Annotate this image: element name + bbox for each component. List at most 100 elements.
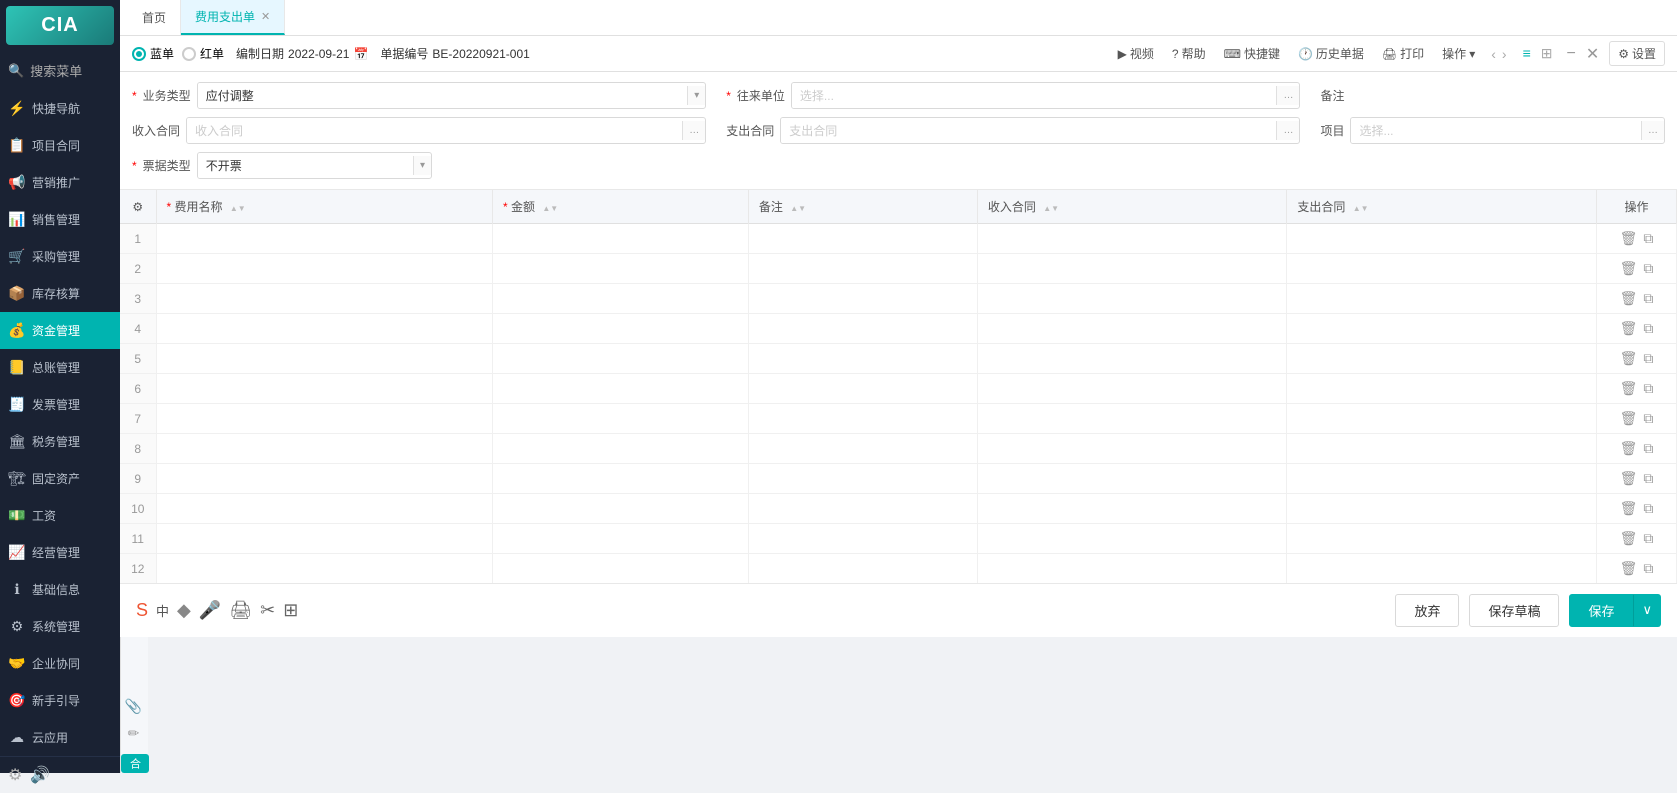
cell-expense-name[interactable] bbox=[156, 344, 492, 374]
cell-income-contract[interactable] bbox=[977, 314, 1287, 344]
cell-remark[interactable] bbox=[748, 464, 977, 494]
cell-income-contract[interactable] bbox=[977, 524, 1287, 554]
expense-contract-ellipsis[interactable]: … bbox=[1276, 121, 1299, 140]
copy-icon[interactable]: ⧉ bbox=[1643, 380, 1653, 397]
sidebar-item-ops-mgmt[interactable]: 📈 经营管理 bbox=[0, 534, 120, 571]
partner-ellipsis[interactable]: … bbox=[1276, 86, 1299, 105]
cell-remark[interactable] bbox=[748, 224, 977, 254]
sidebar-item-basic-info[interactable]: ℹ 基础信息 bbox=[0, 571, 120, 608]
delete-icon[interactable]: 🗑 bbox=[1620, 530, 1638, 547]
copy-icon[interactable]: ⧉ bbox=[1643, 410, 1653, 427]
cell-expense-name[interactable] bbox=[156, 494, 492, 524]
ticket-type-select[interactable]: 不开票 ▾ bbox=[197, 152, 432, 179]
cell-remark[interactable] bbox=[748, 344, 977, 374]
paperclip-icon[interactable]: 📎 bbox=[127, 697, 143, 714]
tab-home[interactable]: 首页 bbox=[128, 0, 181, 35]
ops-btn[interactable]: 操作 ▾ bbox=[1438, 43, 1479, 64]
video-btn[interactable]: ▶ 视频 bbox=[1114, 43, 1158, 64]
print-btn[interactable]: 🖨 打印 bbox=[1378, 43, 1428, 64]
partner-select[interactable]: 选择... … bbox=[791, 82, 1301, 109]
cell-income-contract[interactable] bbox=[977, 494, 1287, 524]
sidebar-item-project-contract[interactable]: 📋 项目合同 bbox=[0, 127, 120, 164]
cell-remark[interactable] bbox=[748, 314, 977, 344]
cell-expense-contract[interactable] bbox=[1287, 224, 1597, 254]
project-select[interactable]: 选择... … bbox=[1350, 117, 1665, 144]
print2-icon[interactable]: 🖨 bbox=[229, 600, 252, 621]
cell-amount[interactable] bbox=[492, 284, 748, 314]
cell-remark[interactable] bbox=[748, 374, 977, 404]
delete-icon[interactable]: 🗑 bbox=[1620, 260, 1638, 277]
cell-remark[interactable] bbox=[748, 404, 977, 434]
shortcut-btn[interactable]: ⌨ 快捷键 bbox=[1220, 43, 1284, 64]
business-type-dropdown-icon[interactable]: ▾ bbox=[687, 86, 705, 105]
copy-icon[interactable]: ⧉ bbox=[1643, 470, 1653, 487]
cell-amount[interactable] bbox=[492, 434, 748, 464]
copy-icon[interactable]: ⧉ bbox=[1643, 320, 1653, 337]
sort-income-contract[interactable]: ▲▼ bbox=[1043, 204, 1059, 213]
sidebar-item-inventory[interactable]: 📦 库存核算 bbox=[0, 275, 120, 312]
cell-income-contract[interactable] bbox=[977, 344, 1287, 374]
cell-income-contract[interactable] bbox=[977, 404, 1287, 434]
save-dropdown-button[interactable]: ∨ bbox=[1633, 594, 1661, 627]
copy-icon[interactable]: ⧉ bbox=[1643, 350, 1653, 367]
delete-icon[interactable]: 🗑 bbox=[1620, 350, 1638, 367]
window-minimize-btn[interactable]: − bbox=[1566, 45, 1575, 63]
cell-remark[interactable] bbox=[748, 554, 977, 583]
cell-expense-name[interactable] bbox=[156, 554, 492, 583]
view-grid-btn[interactable]: ⊞ bbox=[1537, 43, 1557, 64]
cell-expense-name[interactable] bbox=[156, 404, 492, 434]
combine-icon[interactable]: 合 bbox=[121, 754, 149, 773]
nav-next-icon[interactable]: › bbox=[1500, 44, 1509, 64]
cell-income-contract[interactable] bbox=[977, 254, 1287, 284]
cell-amount[interactable] bbox=[492, 554, 748, 583]
radio-red[interactable]: 红单 bbox=[182, 45, 224, 62]
cell-amount[interactable] bbox=[492, 374, 748, 404]
ticket-type-dropdown-icon[interactable]: ▾ bbox=[413, 156, 431, 175]
settings-bottom-icon[interactable]: ⚙ bbox=[8, 765, 22, 785]
cell-income-contract[interactable] bbox=[977, 374, 1287, 404]
cell-income-contract[interactable] bbox=[977, 284, 1287, 314]
cell-remark[interactable] bbox=[748, 254, 977, 284]
sidebar-item-marketing[interactable]: 📢 营销推广 bbox=[0, 164, 120, 201]
sidebar-item-fixed-assets[interactable]: 🏗 固定资产 bbox=[0, 460, 120, 497]
cell-amount[interactable] bbox=[492, 494, 748, 524]
cell-expense-name[interactable] bbox=[156, 374, 492, 404]
tab-expense-bill[interactable]: 费用支出单 ✕ bbox=[181, 0, 285, 35]
cell-expense-contract[interactable] bbox=[1287, 254, 1597, 284]
cell-remark[interactable] bbox=[748, 524, 977, 554]
sidebar-search[interactable]: 🔍 搜索菜单 bbox=[0, 51, 120, 90]
cell-expense-name[interactable] bbox=[156, 434, 492, 464]
sidebar-item-cloud-apps[interactable]: ☁ 云应用 bbox=[0, 719, 120, 756]
sort-remark[interactable]: ▲▼ bbox=[790, 204, 806, 213]
cell-expense-contract[interactable] bbox=[1287, 404, 1597, 434]
nav-prev-icon[interactable]: ‹ bbox=[1489, 44, 1498, 64]
sidebar-item-capital-mgmt[interactable]: 💰 资金管理 bbox=[0, 312, 120, 349]
history-btn[interactable]: 🕐 历史单据 bbox=[1294, 43, 1368, 64]
cell-expense-name[interactable] bbox=[156, 314, 492, 344]
cell-expense-contract[interactable] bbox=[1287, 494, 1597, 524]
cell-amount[interactable] bbox=[492, 524, 748, 554]
cell-income-contract[interactable] bbox=[977, 554, 1287, 583]
draft-button[interactable]: 保存草稿 bbox=[1469, 594, 1559, 627]
delete-icon[interactable]: 🗑 bbox=[1620, 230, 1638, 247]
cell-expense-name[interactable] bbox=[156, 224, 492, 254]
cell-income-contract[interactable] bbox=[977, 464, 1287, 494]
sidebar-item-invoice-mgmt[interactable]: 🧾 发票管理 bbox=[0, 386, 120, 423]
settings-btn[interactable]: ⚙ 设置 bbox=[1609, 41, 1665, 66]
sidebar-item-tax-mgmt[interactable]: 🏛 税务管理 bbox=[0, 423, 120, 460]
cell-expense-contract[interactable] bbox=[1287, 344, 1597, 374]
audio-bottom-icon[interactable]: 🔊 bbox=[30, 765, 50, 785]
income-contract-select[interactable]: 收入合同 … bbox=[186, 117, 706, 144]
project-ellipsis[interactable]: … bbox=[1641, 121, 1664, 140]
sidebar-item-payroll[interactable]: 💵 工资 bbox=[0, 497, 120, 534]
copy-icon[interactable]: ⧉ bbox=[1643, 500, 1653, 517]
expense-contract-select[interactable]: 支出合同 … bbox=[780, 117, 1300, 144]
cell-expense-contract[interactable] bbox=[1287, 284, 1597, 314]
cell-amount[interactable] bbox=[492, 464, 748, 494]
copy-icon[interactable]: ⧉ bbox=[1643, 560, 1653, 577]
delete-icon[interactable]: 🗑 bbox=[1620, 380, 1638, 397]
cell-amount[interactable] bbox=[492, 344, 748, 374]
copy-icon[interactable]: ⧉ bbox=[1643, 290, 1653, 307]
calendar-icon[interactable]: 📅 bbox=[353, 47, 368, 61]
cell-income-contract[interactable] bbox=[977, 224, 1287, 254]
